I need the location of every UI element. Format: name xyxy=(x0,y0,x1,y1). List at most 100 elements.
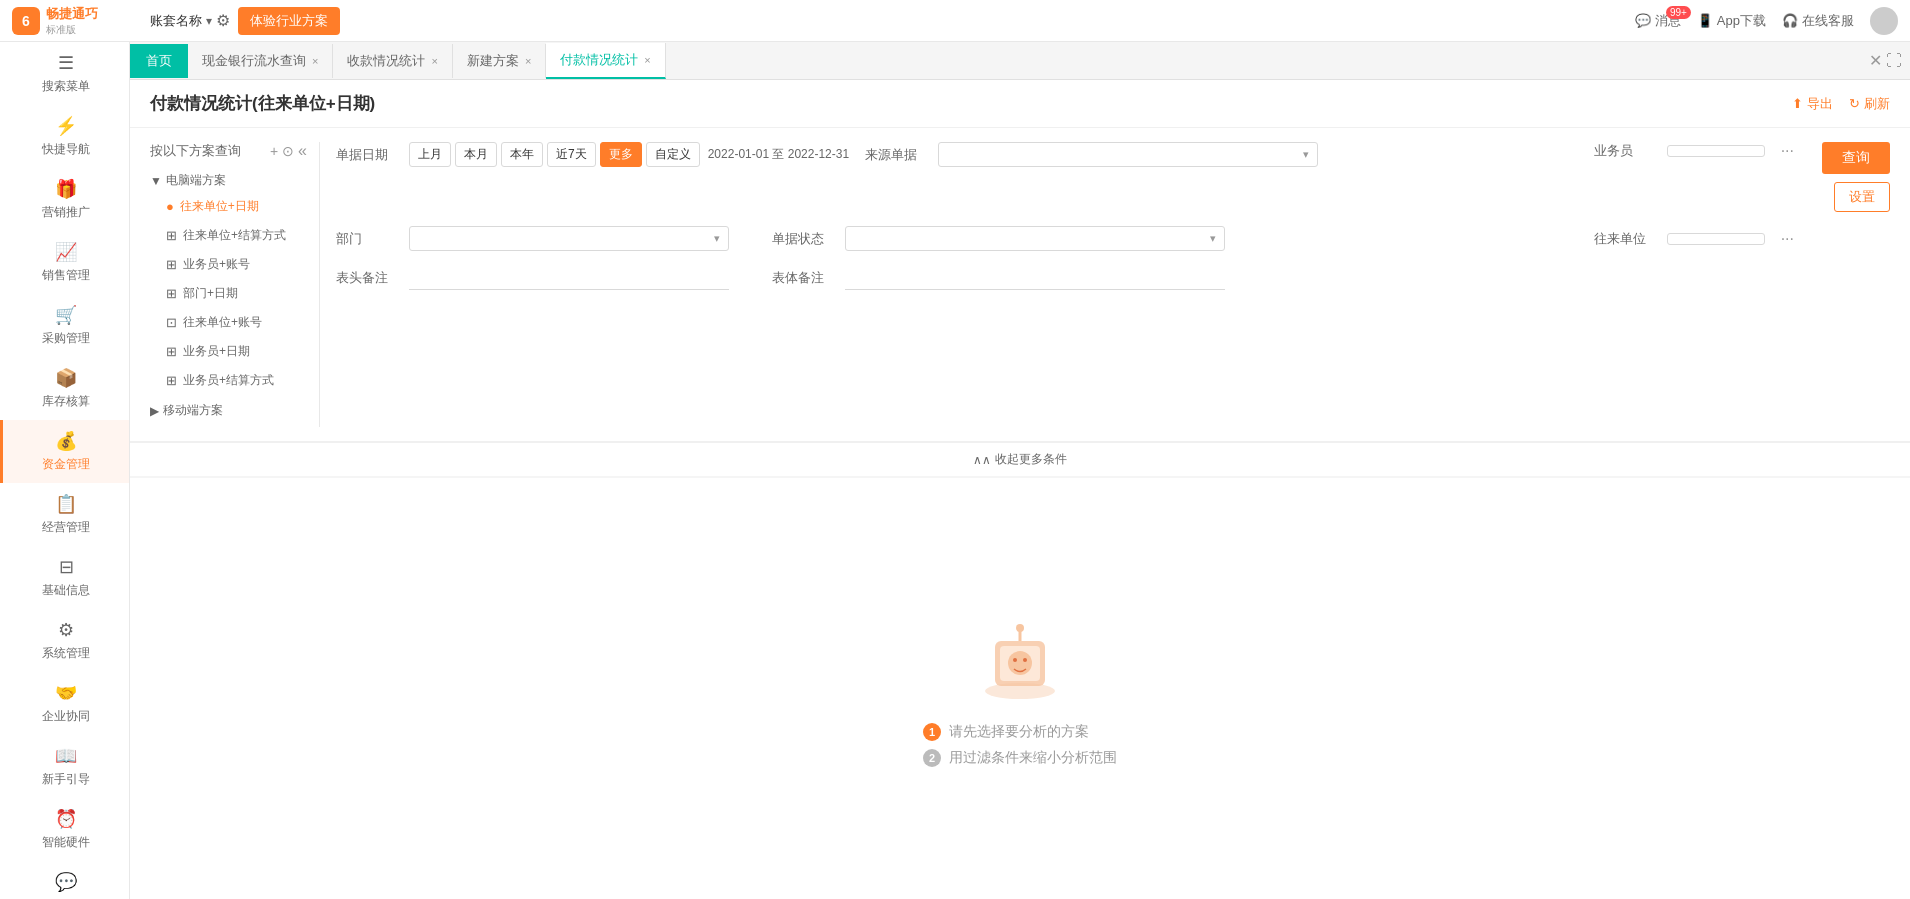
date-7days-btn[interactable]: 近7天 xyxy=(547,142,596,167)
sidebar-item-enterprise[interactable]: 🤝 企业协同 xyxy=(0,672,129,735)
unit-dots-btn[interactable]: ··· xyxy=(1781,230,1794,248)
user-avatar[interactable] xyxy=(1870,7,1898,35)
page-header: 付款情况统计(往来单位+日期) ⬆ 导出 ↻ 刷新 xyxy=(130,80,1910,128)
scheme-label-1: 往来单位+结算方式 xyxy=(183,227,286,244)
sidebar-label-guide: 新手引导 xyxy=(42,771,90,788)
pc-scheme-group: ▼ 电脑端方案 ● 往来单位+日期 ⊞ 往来单位+结算方式 xyxy=(150,168,307,394)
scheme-staff-settle[interactable]: ⊞ 业务员+结算方式 xyxy=(160,367,307,394)
tab-new-plan[interactable]: 新建方案 × xyxy=(453,44,546,78)
basic-info-icon: ⊟ xyxy=(59,556,74,578)
tip-text-1: 请先选择要分析的方案 xyxy=(949,723,1089,741)
account-name: 账套名称 xyxy=(150,12,202,30)
scheme-label-5: 业务员+日期 xyxy=(183,343,250,360)
tab-bank-close[interactable]: × xyxy=(312,55,318,67)
date-custom-btn[interactable]: 自定义 xyxy=(646,142,700,167)
tab-payment-close[interactable]: × xyxy=(644,54,650,66)
sidebar-label-search-menu: 搜索菜单 xyxy=(42,78,90,95)
status-select[interactable]: ▾ xyxy=(845,226,1225,251)
date-this-year-btn[interactable]: 本年 xyxy=(501,142,543,167)
sidebar-item-purchase[interactable]: 🛒 采购管理 xyxy=(0,294,129,357)
messages-btn[interactable]: 💬 消息 99+ xyxy=(1635,12,1681,30)
page-header-actions: ⬆ 导出 ↻ 刷新 xyxy=(1792,95,1890,113)
account-dropdown-btn[interactable]: ▾ xyxy=(206,14,212,28)
app-download-btn[interactable]: 📱 App下载 xyxy=(1697,12,1766,30)
tab-receivable-close[interactable]: × xyxy=(431,55,437,67)
staff-dots-btn[interactable]: ··· xyxy=(1781,142,1794,160)
tab-fullscreen-btn[interactable]: ⛶ xyxy=(1886,52,1902,70)
app-edition: 标准版 xyxy=(46,23,98,37)
pc-group-arrow: ▼ xyxy=(150,174,162,188)
try-industry-btn[interactable]: 体验行业方案 xyxy=(238,7,340,35)
tab-bank[interactable]: 现金银行流水查询 × xyxy=(188,44,333,78)
sidebar-label-fund: 资金管理 xyxy=(42,456,90,473)
scheme-staff-date[interactable]: ⊞ 业务员+日期 xyxy=(160,338,307,365)
content-area: 首页 现金银行流水查询 × 收款情况统计 × 新建方案 × 付款情况统计 × ✕… xyxy=(130,42,1910,899)
tab-new-plan-close[interactable]: × xyxy=(525,55,531,67)
sidebar-label-marketing: 营销推广 xyxy=(42,204,90,221)
sidebar-item-operation[interactable]: 📋 经营管理 xyxy=(0,483,129,546)
tab-payment[interactable]: 付款情况统计 × xyxy=(546,43,665,79)
scheme-dept-date[interactable]: ⊞ 部门+日期 xyxy=(160,280,307,307)
filter-actions: 查询 设置 xyxy=(1810,142,1890,212)
top-header: 6 畅捷通巧 标准版 账套名称 ▾ ⚙ 体验行业方案 💬 消息 99+ 📱 Ap… xyxy=(0,0,1910,42)
date-range-display: 2022-01-01 至 2022-12-31 xyxy=(708,146,849,163)
sidebar-item-hardware[interactable]: ⏰ 智能硬件 xyxy=(0,798,129,861)
mobile-group-label: 移动端方案 xyxy=(163,402,223,419)
inventory-icon: 📦 xyxy=(55,367,77,389)
scheme-staff-account[interactable]: ⊞ 业务员+账号 xyxy=(160,251,307,278)
sidebar-item-guide[interactable]: 📖 新手引导 xyxy=(0,735,129,798)
header-note-input[interactable] xyxy=(409,265,729,290)
mobile-scheme-group-title[interactable]: ▶ 移动端方案 xyxy=(150,398,307,423)
operation-icon: 📋 xyxy=(55,493,77,515)
scheme-unit-account[interactable]: ⊡ 往来单位+账号 xyxy=(160,309,307,336)
sidebar-item-quick-nav[interactable]: ⚡ 快捷导航 xyxy=(0,105,129,168)
tab-home[interactable]: 首页 xyxy=(130,44,188,78)
refresh-btn[interactable]: ↻ 刷新 xyxy=(1849,95,1890,113)
sidebar: ☰ 搜索菜单 ⚡ 快捷导航 🎁 营销推广 📈 销售管理 🛒 采购管理 📦 库存核… xyxy=(0,42,130,899)
sidebar-item-sales[interactable]: 📈 销售管理 xyxy=(0,231,129,294)
export-btn[interactable]: ⬆ 导出 xyxy=(1792,95,1833,113)
scheme-add-btn[interactable]: + xyxy=(270,142,278,160)
system-icon: ⚙ xyxy=(58,619,74,641)
pc-scheme-items: ● 往来单位+日期 ⊞ 往来单位+结算方式 ⊞ 业务员+账号 xyxy=(150,193,307,394)
date-more-btn[interactable]: 更多 xyxy=(600,142,642,167)
tab-receivable[interactable]: 收款情况统计 × xyxy=(333,44,452,78)
tab-close-all-btn[interactable]: ✕ xyxy=(1869,51,1882,70)
source-select[interactable]: ▾ xyxy=(938,142,1318,167)
sidebar-item-fund[interactable]: 💰 资金管理 xyxy=(0,420,129,483)
dept-dropdown-icon: ▾ xyxy=(714,232,720,245)
body-note-input[interactable] xyxy=(845,265,1225,290)
scheme-unit-settle[interactable]: ⊞ 往来单位+结算方式 xyxy=(160,222,307,249)
sidebar-item-wechat[interactable]: 💬 企业微信 xyxy=(0,861,129,899)
hardware-icon: ⏰ xyxy=(55,808,77,830)
tab-new-plan-label: 新建方案 xyxy=(467,52,519,70)
filter-settings-btn[interactable]: 设置 xyxy=(1834,182,1890,212)
scheme-icon-4: ⊡ xyxy=(166,315,177,330)
sidebar-item-system[interactable]: ⚙ 系统管理 xyxy=(0,609,129,672)
sidebar-item-search-menu[interactable]: ☰ 搜索菜单 xyxy=(0,42,129,105)
sidebar-item-inventory[interactable]: 📦 库存核算 xyxy=(0,357,129,420)
settings-gear-btn[interactable]: ⚙ xyxy=(216,11,230,30)
staff-select[interactable] xyxy=(1667,145,1765,157)
page-title: 付款情况统计(往来单位+日期) xyxy=(150,92,375,115)
query-btn[interactable]: 查询 xyxy=(1822,142,1890,174)
date-this-month-btn[interactable]: 本月 xyxy=(455,142,497,167)
svg-point-5 xyxy=(1023,658,1027,662)
scheme-panel-title: 按以下方案查询 xyxy=(150,142,241,160)
sidebar-item-marketing[interactable]: 🎁 营销推广 xyxy=(0,168,129,231)
mobile-scheme-group: ▶ 移动端方案 xyxy=(150,398,307,423)
mobile-group-arrow: ▶ xyxy=(150,404,159,418)
online-service-btn[interactable]: 🎧 在线客服 xyxy=(1782,12,1854,30)
unit-select[interactable] xyxy=(1667,233,1765,245)
date-last-month-btn[interactable]: 上月 xyxy=(409,142,451,167)
scheme-unit-date[interactable]: ● 往来单位+日期 xyxy=(160,193,307,220)
collapse-bar[interactable]: ∧∧ 收起更多条件 xyxy=(130,442,1910,476)
sidebar-item-basic-info[interactable]: ⊟ 基础信息 xyxy=(0,546,129,609)
pc-scheme-group-title[interactable]: ▼ 电脑端方案 xyxy=(150,168,307,193)
tab-bank-label: 现金银行流水查询 xyxy=(202,52,306,70)
dept-select[interactable]: ▾ xyxy=(409,226,729,251)
scheme-settings-btn[interactable]: ⊙ xyxy=(282,142,294,160)
sidebar-label-system: 系统管理 xyxy=(42,645,90,662)
scheme-collapse-btn[interactable]: « xyxy=(298,142,307,160)
sidebar-label-inventory: 库存核算 xyxy=(42,393,90,410)
